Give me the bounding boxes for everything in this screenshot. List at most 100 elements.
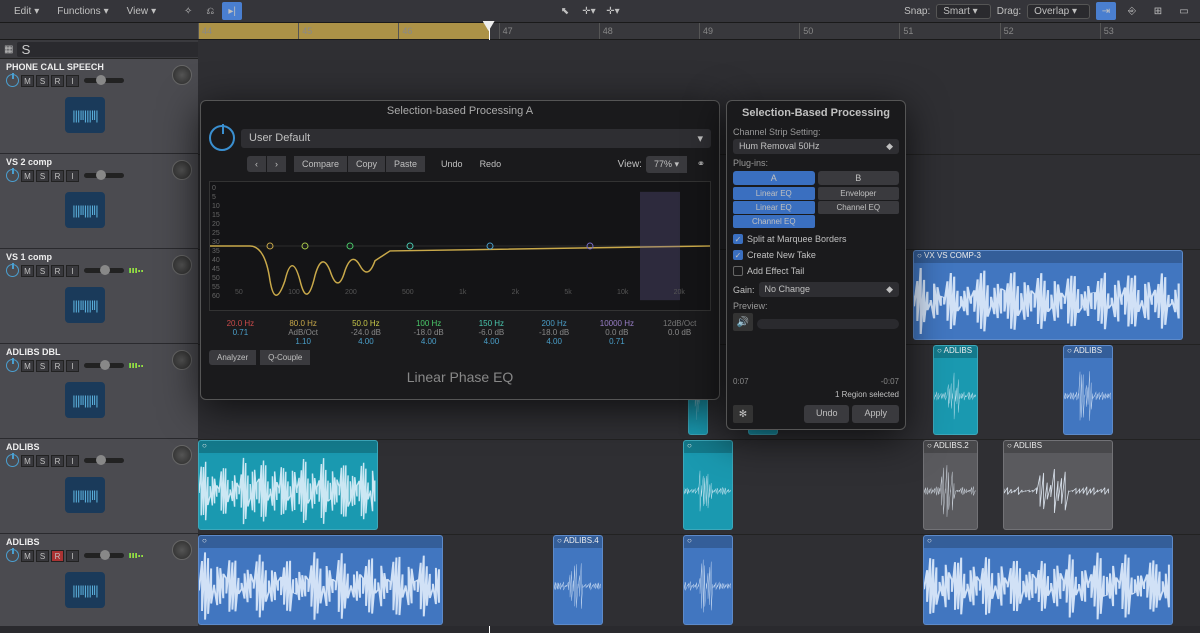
audio-region[interactable]: ○ VX VS COMP-3 bbox=[913, 250, 1183, 340]
eq-band[interactable]: 20.0 Hz0.71 bbox=[213, 319, 268, 346]
toolbar-icon-b[interactable]: ⎆ bbox=[1122, 2, 1142, 20]
view-zoom-select[interactable]: 77% ▾ bbox=[646, 156, 687, 173]
eq-graph[interactable]: 051015202530354045505560 501002005001k2k… bbox=[209, 181, 711, 311]
volume-slider[interactable] bbox=[84, 173, 124, 178]
timeline-ruler[interactable]: 44454647484950515253 bbox=[0, 22, 1200, 40]
plugin-slot[interactable]: Enveloper bbox=[818, 187, 900, 200]
tool-icon-1[interactable]: ✧ bbox=[178, 2, 198, 20]
audio-region[interactable]: ○ bbox=[683, 440, 733, 530]
audio-region[interactable]: ○ ADLIBS bbox=[933, 345, 978, 435]
track-icon[interactable] bbox=[65, 382, 105, 418]
split-checkbox[interactable]: ✓ bbox=[733, 234, 743, 244]
mute-button[interactable]: M bbox=[21, 265, 34, 277]
input-button[interactable]: I bbox=[66, 170, 79, 182]
track-header[interactable]: ADLIBS M S R I bbox=[0, 439, 198, 534]
input-button[interactable]: I bbox=[66, 265, 79, 277]
snap-select[interactable]: Smart ▾ bbox=[936, 4, 990, 19]
record-button[interactable]: R bbox=[51, 455, 64, 467]
pan-knob[interactable] bbox=[172, 540, 192, 560]
b-button[interactable]: B bbox=[818, 171, 900, 185]
eq-band[interactable]: 200 Hz-18.0 dB4.00 bbox=[527, 319, 582, 346]
mute-button[interactable]: M bbox=[21, 455, 34, 467]
track-icon[interactable] bbox=[65, 572, 105, 608]
volume-slider[interactable] bbox=[84, 553, 124, 558]
compare-button[interactable]: Compare bbox=[294, 156, 347, 172]
eq-band[interactable]: 150 Hz-6.0 dB4.00 bbox=[464, 319, 519, 346]
track-power-button[interactable] bbox=[6, 74, 19, 87]
marquee-tool-icon[interactable]: ✛▾ bbox=[579, 2, 599, 20]
record-button[interactable]: R bbox=[51, 360, 64, 372]
mute-button[interactable]: M bbox=[21, 550, 34, 562]
input-button[interactable]: I bbox=[66, 360, 79, 372]
record-button[interactable]: R bbox=[51, 265, 64, 277]
tail-checkbox[interactable] bbox=[733, 266, 743, 276]
tool-icon-3[interactable]: ▸| bbox=[222, 2, 242, 20]
analyzer-button[interactable]: Analyzer bbox=[209, 350, 256, 365]
record-button[interactable]: R bbox=[51, 550, 64, 562]
track-icon[interactable] bbox=[65, 477, 105, 513]
input-button[interactable]: I bbox=[66, 550, 79, 562]
undo-button[interactable]: Undo bbox=[433, 156, 471, 172]
prev-preset-button[interactable]: ‹ bbox=[247, 156, 266, 172]
track-icon[interactable] bbox=[65, 287, 105, 323]
plugin-power-button[interactable] bbox=[209, 125, 235, 151]
plugin-slot[interactable]: Channel EQ bbox=[733, 215, 815, 228]
toolbar-icon-a[interactable]: ⇥ bbox=[1096, 2, 1116, 20]
audio-region[interactable]: ○ ADLIBS.4 bbox=[553, 535, 603, 625]
track-header[interactable]: ADLIBS M S R I bbox=[0, 534, 198, 629]
pan-knob[interactable] bbox=[172, 255, 192, 275]
track-header[interactable]: VS 1 comp M S R I bbox=[0, 249, 198, 344]
sbp-window[interactable]: Selection-Based Processing Channel Strip… bbox=[726, 100, 906, 430]
apply-button[interactable]: Apply bbox=[852, 405, 899, 423]
pan-knob[interactable] bbox=[172, 350, 192, 370]
eq-band[interactable]: 50.0 Hz-24.0 dB4.00 bbox=[338, 319, 393, 346]
mute-button[interactable]: M bbox=[21, 170, 34, 182]
track-power-button[interactable] bbox=[6, 359, 19, 372]
settings-icon[interactable]: ✻ bbox=[733, 405, 753, 423]
solo-button[interactable]: S bbox=[36, 360, 49, 372]
redo-button[interactable]: Redo bbox=[472, 156, 510, 172]
pan-knob[interactable] bbox=[172, 65, 192, 85]
functions-menu[interactable]: Functions▾ bbox=[49, 4, 116, 19]
volume-slider[interactable] bbox=[84, 363, 124, 368]
track-power-button[interactable] bbox=[6, 169, 19, 182]
audio-region[interactable]: ○ ADLIBS bbox=[1003, 440, 1113, 530]
view-menu[interactable]: View▾ bbox=[119, 4, 165, 19]
track-search-input[interactable] bbox=[17, 42, 202, 57]
plugin-window[interactable]: Selection-based Processing A User Defaul… bbox=[200, 100, 720, 400]
audio-region[interactable]: ○ bbox=[198, 535, 443, 625]
plugin-slot[interactable]: Linear EQ bbox=[733, 201, 815, 214]
preview-play-button[interactable]: 🔊 bbox=[733, 313, 753, 331]
paste-button[interactable]: Paste bbox=[386, 156, 425, 172]
eq-band[interactable]: 10000 Hz0.0 dB0.71 bbox=[589, 319, 644, 346]
solo-button[interactable]: S bbox=[36, 265, 49, 277]
pan-knob[interactable] bbox=[172, 445, 192, 465]
volume-slider[interactable] bbox=[84, 458, 124, 463]
track-power-button[interactable] bbox=[6, 454, 19, 467]
audio-region[interactable]: ○ bbox=[923, 535, 1173, 625]
audio-region[interactable]: ○ bbox=[198, 440, 378, 530]
eq-band[interactable]: 100 Hz-18.0 dB4.00 bbox=[401, 319, 456, 346]
next-preset-button[interactable]: › bbox=[267, 156, 286, 172]
record-button[interactable]: R bbox=[51, 75, 64, 87]
newtake-checkbox[interactable]: ✓ bbox=[733, 250, 743, 260]
mute-button[interactable]: M bbox=[21, 75, 34, 87]
track-header[interactable]: ADLIBS DBL M S R I bbox=[0, 344, 198, 439]
track-header[interactable]: PHONE CALL SPEECH M S R I bbox=[0, 59, 198, 154]
pan-knob[interactable] bbox=[172, 160, 192, 180]
solo-button[interactable]: S bbox=[36, 170, 49, 182]
input-button[interactable]: I bbox=[66, 455, 79, 467]
sbp-undo-button[interactable]: Undo bbox=[804, 405, 850, 423]
record-button[interactable]: R bbox=[51, 170, 64, 182]
copy-button[interactable]: Copy bbox=[348, 156, 385, 172]
solo-button[interactable]: S bbox=[36, 455, 49, 467]
audio-region[interactable]: ○ ADLIBS.2 bbox=[923, 440, 978, 530]
strip-select[interactable]: Hum Removal 50Hz◆ bbox=[733, 139, 899, 154]
track-power-button[interactable] bbox=[6, 264, 19, 277]
a-button[interactable]: A bbox=[733, 171, 815, 185]
preset-select[interactable]: User Default▾ bbox=[241, 129, 711, 148]
drag-select[interactable]: Overlap ▾ bbox=[1027, 4, 1090, 19]
gain-select[interactable]: No Change◆ bbox=[759, 282, 899, 297]
edit-menu[interactable]: Edit▾ bbox=[6, 4, 47, 19]
alt-tool-icon[interactable]: ✛▾ bbox=[603, 2, 623, 20]
